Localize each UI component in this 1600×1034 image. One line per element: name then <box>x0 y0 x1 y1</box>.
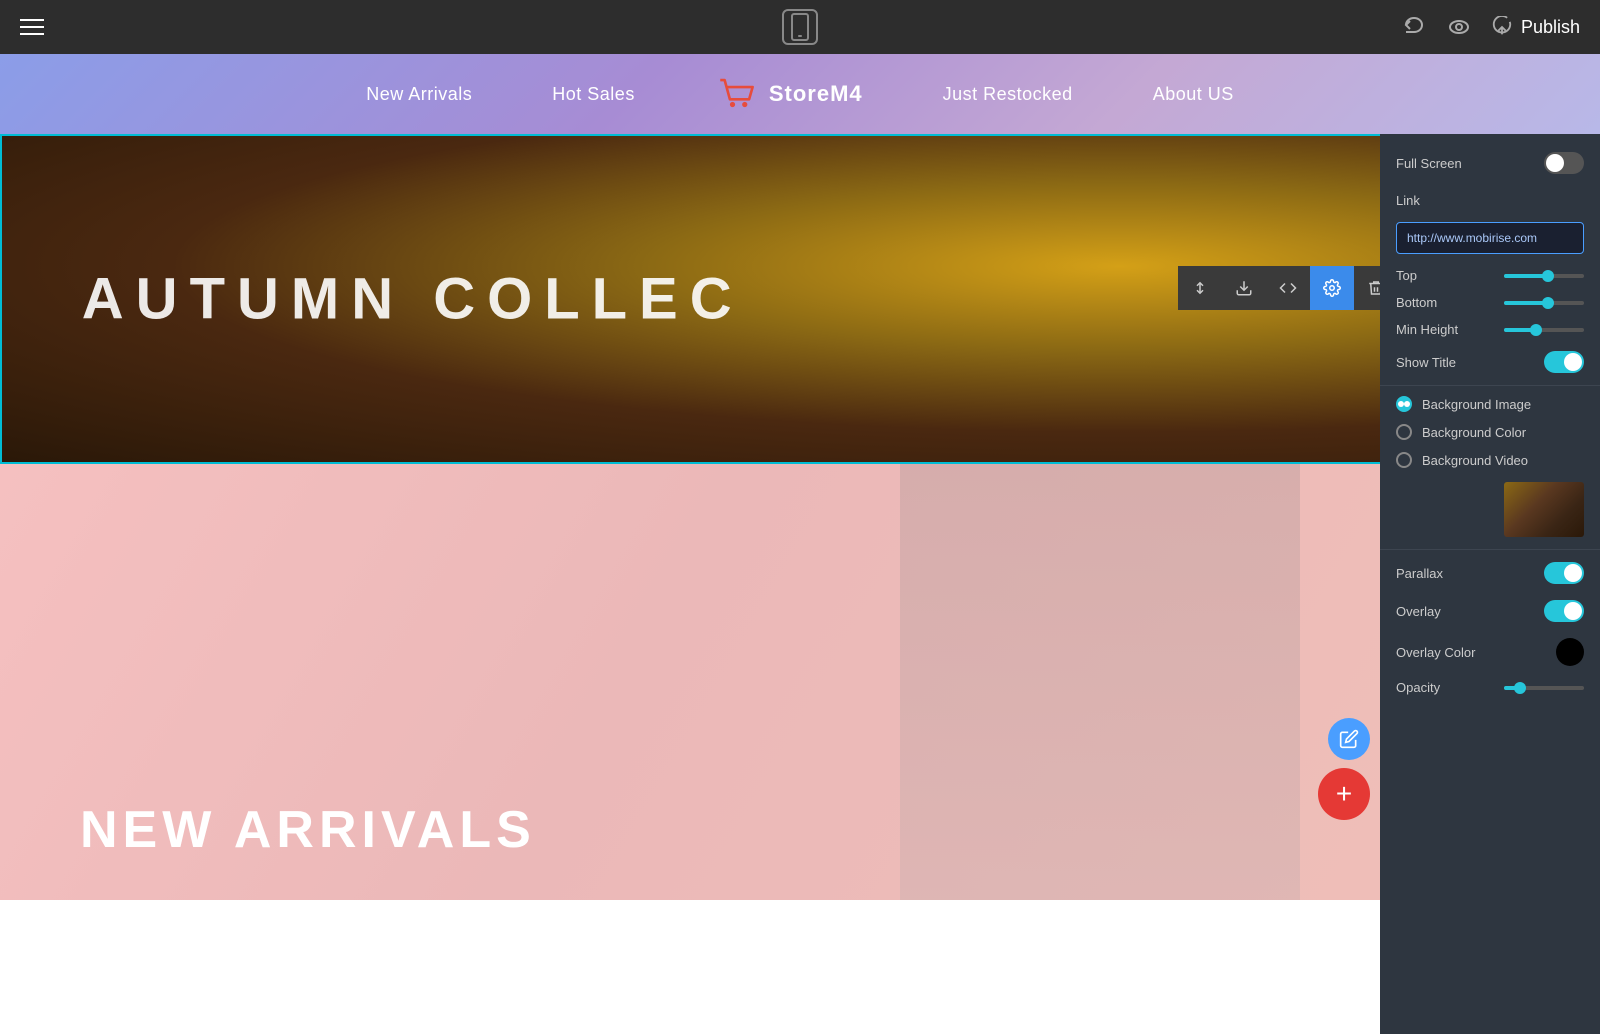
bg-image-radio[interactable] <box>1396 396 1412 412</box>
parallax-label: Parallax <box>1396 566 1544 581</box>
divider-1 <box>1380 385 1600 386</box>
section-toolbar <box>1178 266 1398 310</box>
min-height-slider-thumb[interactable] <box>1530 324 1542 336</box>
publish-label: Publish <box>1521 17 1580 38</box>
min-height-slider[interactable] <box>1504 328 1584 332</box>
divider-2 <box>1380 549 1600 550</box>
toolbar-right: Publish <box>1403 15 1580 39</box>
overlay-color-swatch[interactable] <box>1556 638 1584 666</box>
nav-logo: StoreM4 <box>715 73 863 115</box>
fab-edit-button[interactable] <box>1328 718 1370 760</box>
reorder-button[interactable] <box>1178 266 1222 310</box>
link-input[interactable] <box>1396 222 1584 254</box>
fab-add-button[interactable]: + <box>1318 768 1370 820</box>
undo-icon[interactable] <box>1403 15 1427 39</box>
arrivals-section: NEW ARRIVALS <box>0 464 1600 900</box>
publish-button[interactable]: Publish <box>1491 16 1580 38</box>
bg-color-radio[interactable] <box>1396 424 1412 440</box>
bg-color-row: Background Color <box>1380 418 1600 446</box>
top-slider[interactable] <box>1504 274 1584 278</box>
full-screen-row: Full Screen <box>1380 144 1600 182</box>
thumbnail-image <box>1504 482 1584 537</box>
settings-panel: Full Screen Link Top Bottom <box>1380 134 1600 1034</box>
bottom-label: Bottom <box>1396 295 1504 310</box>
bottom-slider[interactable] <box>1504 301 1584 305</box>
bg-video-label: Background Video <box>1422 453 1528 468</box>
min-height-label: Min Height <box>1396 322 1504 337</box>
bg-image-label: Background Image <box>1422 397 1531 412</box>
phone-preview-icon[interactable] <box>782 9 818 45</box>
overlay-color-row: Overlay Color <box>1380 630 1600 674</box>
overlay-toggle[interactable] <box>1544 600 1584 622</box>
show-title-label: Show Title <box>1396 355 1544 370</box>
publish-cloud-icon <box>1491 16 1513 38</box>
link-input-wrap <box>1380 218 1600 262</box>
top-label: Top <box>1396 268 1504 283</box>
top-toolbar: Publish <box>0 0 1600 54</box>
nav-bar: New Arrivals Hot Sales StoreM4 Just Rest… <box>0 54 1600 134</box>
hero-section: AUTUMN COLLEC <box>0 134 1600 464</box>
logo-cart-icon <box>715 73 757 115</box>
nav-item-hot-sales[interactable]: Hot Sales <box>552 84 635 105</box>
bottom-slider-thumb[interactable] <box>1542 297 1554 309</box>
nav-item-just-restocked[interactable]: Just Restocked <box>943 84 1073 105</box>
show-title-toggle[interactable] <box>1544 351 1584 373</box>
full-screen-toggle[interactable] <box>1544 152 1584 174</box>
nav-item-new-arrivals[interactable]: New Arrivals <box>366 84 472 105</box>
bg-thumbnail[interactable] <box>1504 482 1584 537</box>
opacity-slider[interactable] <box>1504 686 1584 690</box>
settings-button[interactable] <box>1310 266 1354 310</box>
download-button[interactable] <box>1222 266 1266 310</box>
bg-video-radio[interactable] <box>1396 452 1412 468</box>
overlay-color-label: Overlay Color <box>1396 645 1556 660</box>
bg-color-label: Background Color <box>1422 425 1526 440</box>
link-row: Link <box>1380 182 1600 218</box>
bg-video-row: Background Video <box>1380 446 1600 474</box>
toolbar-left <box>20 19 44 35</box>
overlay-label: Overlay <box>1396 604 1544 619</box>
thumbnail-wrap <box>1380 474 1600 545</box>
bg-image-row: Background Image <box>1380 390 1600 418</box>
link-label: Link <box>1396 193 1584 208</box>
opacity-label: Opacity <box>1396 680 1504 695</box>
arrivals-figure-bg <box>900 464 1300 900</box>
phone-inner <box>791 13 809 41</box>
overlay-row: Overlay <box>1380 592 1600 630</box>
nav-item-about-us[interactable]: About US <box>1153 84 1234 105</box>
top-slider-thumb[interactable] <box>1542 270 1554 282</box>
full-screen-label: Full Screen <box>1396 156 1544 171</box>
bg-image-radio-dot <box>1398 401 1404 407</box>
toolbar-center <box>782 9 818 45</box>
code-button[interactable] <box>1266 266 1310 310</box>
min-height-slider-row: Min Height <box>1380 316 1600 343</box>
logo-text: StoreM4 <box>769 81 863 107</box>
arrivals-title: NEW ARRIVALS <box>80 800 536 860</box>
parallax-toggle[interactable] <box>1544 562 1584 584</box>
show-title-row: Show Title <box>1380 343 1600 381</box>
hamburger-menu-icon[interactable] <box>20 19 44 35</box>
hero-title: AUTUMN COLLEC <box>82 266 744 333</box>
top-slider-row: Top <box>1380 262 1600 289</box>
bottom-slider-row: Bottom <box>1380 289 1600 316</box>
parallax-row: Parallax <box>1380 554 1600 592</box>
opacity-slider-thumb[interactable] <box>1514 682 1526 694</box>
preview-icon[interactable] <box>1447 15 1471 39</box>
opacity-slider-row: Opacity <box>1380 674 1600 701</box>
